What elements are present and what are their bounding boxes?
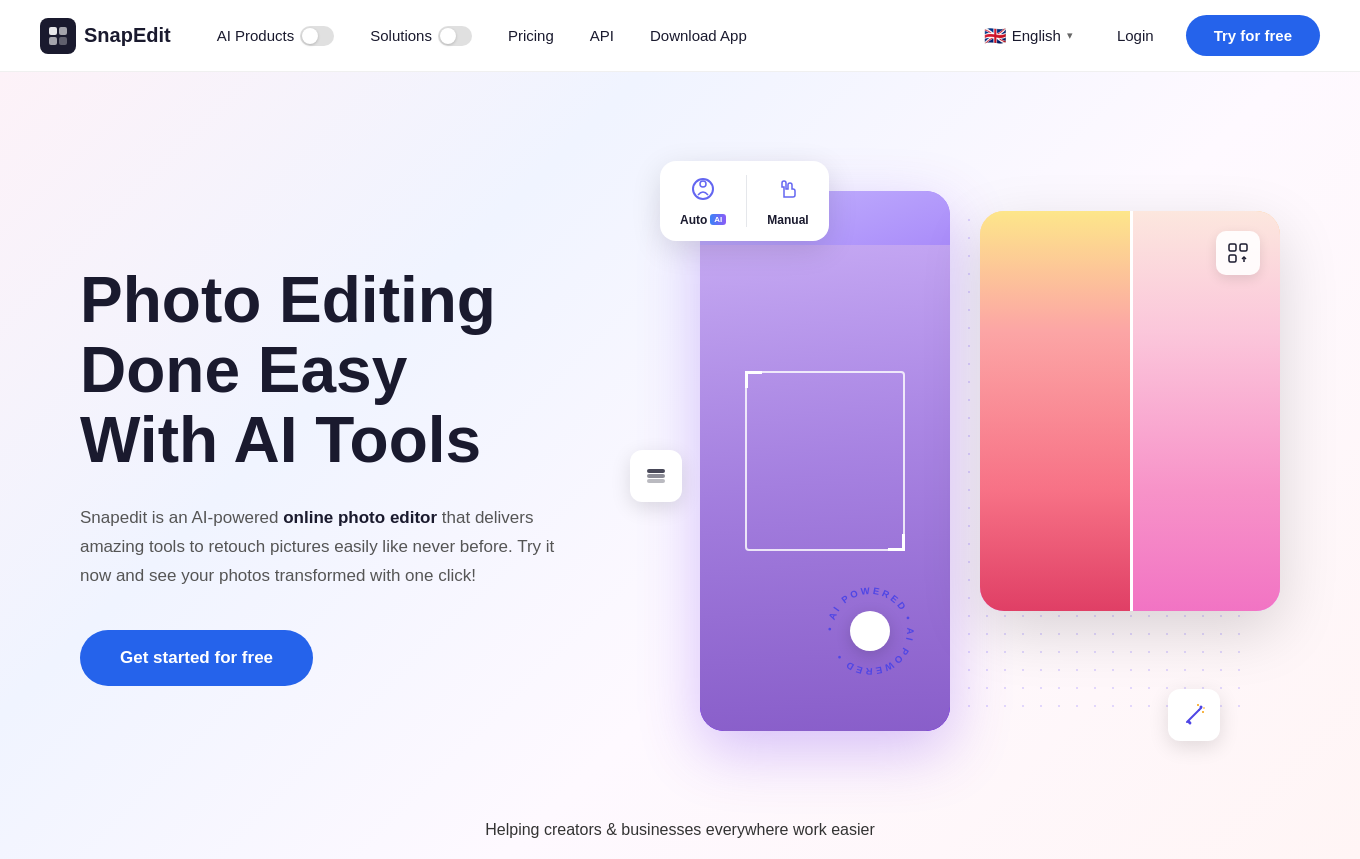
nav-item-api[interactable]: API: [576, 19, 628, 52]
layers-icon-button[interactable]: [630, 450, 682, 502]
selection-frame: [745, 371, 905, 551]
svg-point-14: [1202, 711, 1204, 713]
svg-rect-6: [647, 469, 665, 473]
ai-powered-circle: • AI POWERED • AI POWERED •: [820, 581, 920, 681]
download-app-label: Download App: [650, 27, 747, 44]
manual-label: Manual: [767, 213, 808, 227]
svg-point-16: [1203, 707, 1205, 709]
photo-left-half: [980, 211, 1130, 611]
hero-title-line2: Done Easy: [80, 334, 407, 406]
svg-rect-1: [59, 27, 67, 35]
solutions-label: Solutions: [370, 27, 432, 44]
split-compare-icon[interactable]: [1216, 231, 1260, 275]
hero-right: Auto AI Manual: [620, 151, 1280, 801]
am-divider: [746, 175, 747, 227]
language-selector[interactable]: 🇬🇧 English ▾: [972, 17, 1085, 55]
hero-title-line1: Photo Editing: [80, 264, 496, 336]
second-photo-card: [980, 211, 1280, 611]
svg-point-15: [1197, 704, 1199, 706]
solutions-toggle[interactable]: [438, 26, 472, 46]
svg-rect-10: [1229, 244, 1236, 251]
svg-rect-12: [1229, 255, 1236, 262]
manual-mode-item[interactable]: Manual: [767, 175, 808, 227]
ai-products-label: AI Products: [217, 27, 295, 44]
hero-subtitle: Snapedit is an AI-powered online photo e…: [80, 504, 560, 591]
ai-powered-badge: • AI POWERED • AI POWERED •: [820, 581, 920, 681]
try-free-button[interactable]: Try for free: [1186, 15, 1320, 56]
ai-powered-text-svg: • AI POWERED • AI POWERED •: [820, 581, 920, 681]
svg-rect-3: [59, 37, 67, 45]
pricing-label: Pricing: [508, 27, 554, 44]
navbar: SnapEdit AI Products Solutions Pricing A…: [0, 0, 1360, 72]
svg-text:• AI POWERED • AI POWERED •: • AI POWERED • AI POWERED •: [824, 584, 916, 677]
logo-text: SnapEdit: [84, 24, 171, 47]
auto-label: Auto: [680, 213, 707, 227]
svg-rect-2: [49, 37, 57, 45]
auto-icon: [689, 175, 717, 209]
svg-point-13: [1200, 705, 1203, 708]
auto-ai-badge: AI: [710, 214, 726, 225]
hero-title: Photo Editing Done Easy With AI Tools: [80, 265, 620, 476]
svg-rect-8: [647, 479, 665, 483]
nav-item-pricing[interactable]: Pricing: [494, 19, 568, 52]
auto-mode-item[interactable]: Auto AI: [680, 175, 726, 227]
api-label: API: [590, 27, 614, 44]
nav-links: AI Products Solutions Pricing API Downlo…: [203, 18, 761, 54]
logo[interactable]: SnapEdit: [40, 18, 171, 54]
ai-products-toggle[interactable]: [300, 26, 334, 46]
logo-icon: [40, 18, 76, 54]
nav-right: 🇬🇧 English ▾ Login Try for free: [972, 15, 1320, 56]
bottom-hint: Helping creators & businesses everywhere…: [485, 801, 875, 859]
cta-button[interactable]: Get started for free: [80, 630, 313, 686]
login-button[interactable]: Login: [1101, 19, 1170, 52]
hero-left: Photo Editing Done Easy With AI Tools Sn…: [80, 265, 620, 687]
nav-left: SnapEdit AI Products Solutions Pricing A…: [40, 18, 761, 54]
hero-subtitle-bold: online photo editor: [283, 508, 437, 527]
svg-rect-7: [647, 474, 665, 478]
nav-item-solutions[interactable]: Solutions: [356, 18, 486, 54]
svg-point-4: [693, 179, 713, 199]
hero-subtitle-plain: Snapedit is an AI-powered: [80, 508, 283, 527]
nav-item-ai-products[interactable]: AI Products: [203, 18, 349, 54]
nav-item-download-app[interactable]: Download App: [636, 19, 761, 52]
language-label: English: [1012, 27, 1061, 44]
hero-title-line3: With AI Tools: [80, 404, 481, 476]
hero-section: Photo Editing Done Easy With AI Tools Sn…: [0, 72, 1360, 859]
svg-rect-0: [49, 27, 57, 35]
auto-manual-card: Auto AI Manual: [660, 161, 829, 241]
manual-icon: [774, 175, 802, 209]
magic-wand-icon-button[interactable]: [1168, 689, 1220, 741]
split-line: [1130, 211, 1133, 611]
svg-point-5: [700, 181, 706, 187]
svg-rect-11: [1240, 244, 1247, 251]
chevron-down-icon: ▾: [1067, 29, 1073, 42]
flag-icon: 🇬🇧: [984, 25, 1006, 47]
